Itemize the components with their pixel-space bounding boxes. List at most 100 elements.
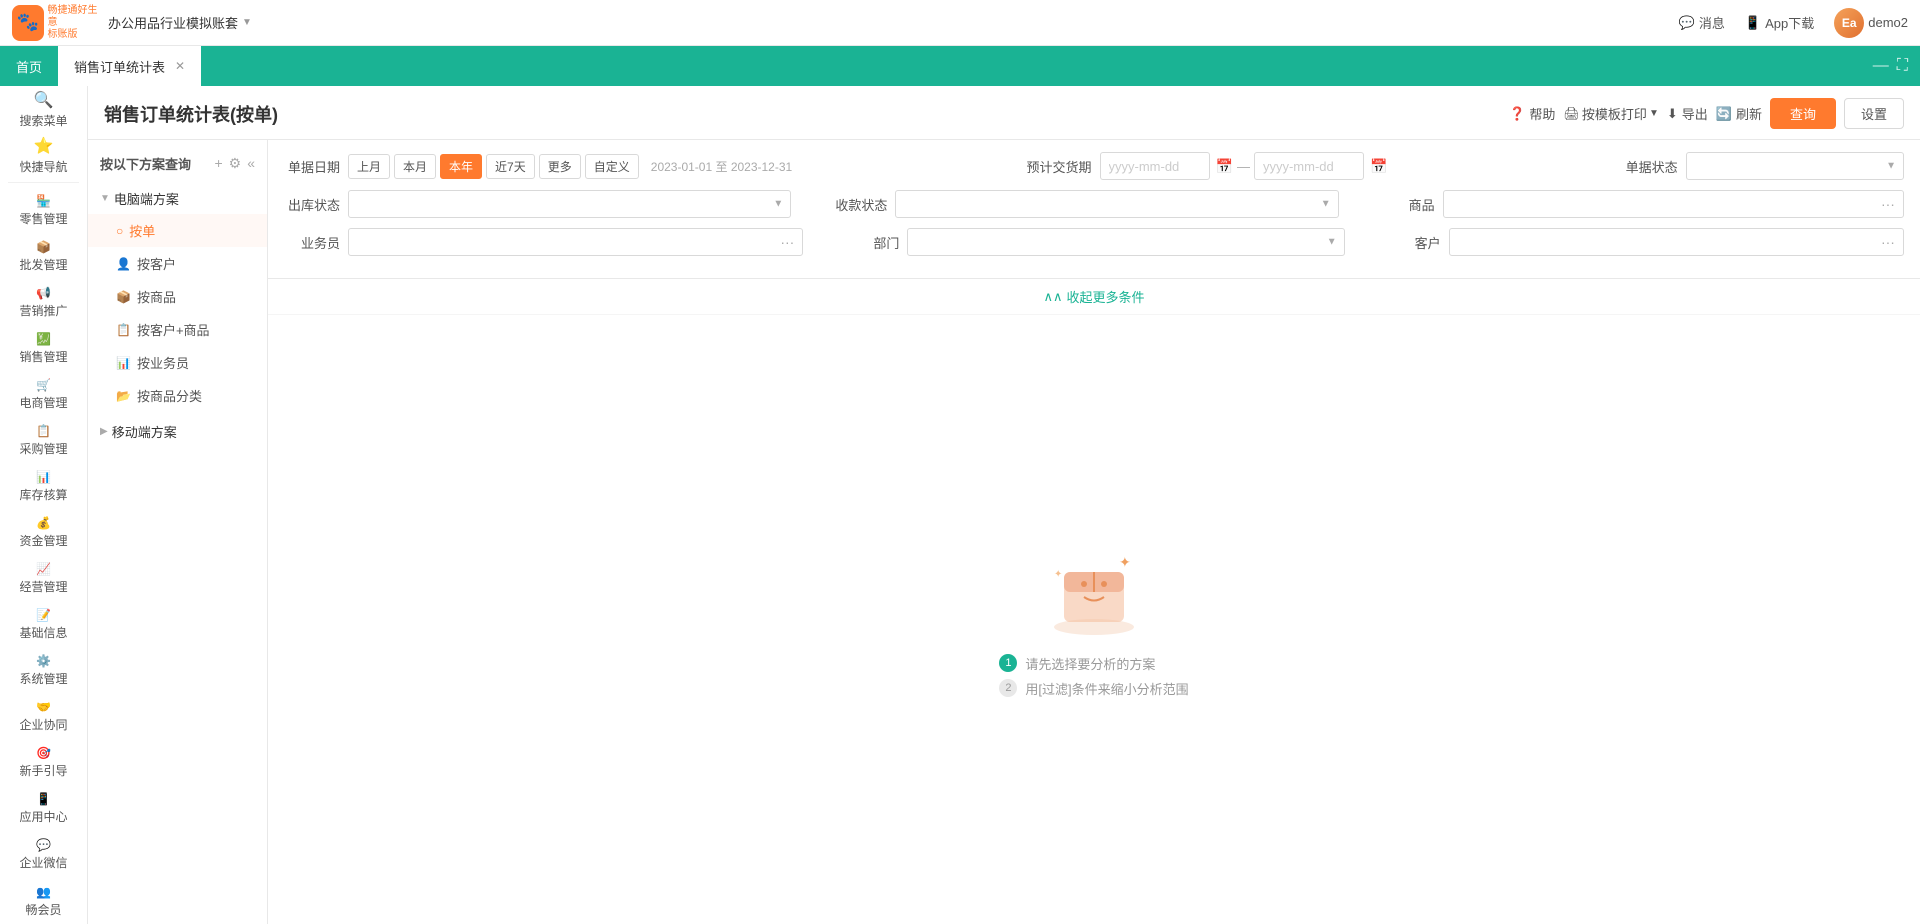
print-button[interactable]: 🖨 按模板打印 ▼ bbox=[1563, 104, 1658, 123]
expected-date-inputs: 📅 — 📅 bbox=[1100, 152, 1388, 180]
customer-field[interactable]: ··· bbox=[1449, 228, 1904, 256]
customer-dots-icon[interactable]: ··· bbox=[1881, 234, 1895, 250]
calendar-end-icon[interactable]: 📅 bbox=[1370, 158, 1387, 175]
date-btn-this-month[interactable]: 本月 bbox=[394, 154, 436, 179]
help-button[interactable]: ❓ 帮助 bbox=[1509, 104, 1555, 123]
sidebar-item-enterprise[interactable]: 🤝 企业协同 bbox=[0, 694, 87, 740]
add-scheme-icon[interactable]: + bbox=[214, 155, 222, 172]
doc-status-select[interactable] bbox=[1686, 152, 1904, 180]
app-logo-icon: 🐾 bbox=[12, 5, 44, 41]
sidebar-item-wechat[interactable]: 💬 企业微信 bbox=[0, 832, 87, 878]
product-field[interactable]: ··· bbox=[1443, 190, 1904, 218]
sidebar-item-sales[interactable]: 💹 销售管理 bbox=[0, 325, 87, 371]
empty-tip-2: 2 用[过滤]条件来缩小分析范围 bbox=[999, 679, 1188, 698]
by-customer-icon: 👤 bbox=[116, 257, 131, 271]
content-area: 销售订单统计表(按单) ❓ 帮助 🖨 按模板打印 ▼ ⬇ 导出 bbox=[88, 86, 1920, 924]
scheme-item-by-order[interactable]: ○ 按单 bbox=[88, 214, 267, 247]
tab-bar-actions: — ⛶ bbox=[1873, 57, 1920, 75]
pc-scheme-group-header[interactable]: ▼ 电脑端方案 bbox=[88, 183, 267, 214]
message-action[interactable]: 💬 消息 bbox=[1679, 13, 1725, 32]
retail-icon: 🏪 bbox=[36, 194, 51, 208]
tab-bar: 首页 销售订单统计表 ✕ — ⛶ bbox=[0, 46, 1920, 86]
sidebar-item-marketing[interactable]: 📢 营销推广 bbox=[0, 279, 87, 325]
date-btn-custom[interactable]: 自定义 bbox=[585, 154, 639, 179]
tab-home[interactable]: 首页 bbox=[0, 46, 58, 86]
sidebar-item-member[interactable]: 👥 畅会员 bbox=[0, 878, 87, 924]
mobile-group-arrow-icon: ▶ bbox=[100, 426, 108, 437]
purchase-icon: 📋 bbox=[36, 424, 51, 438]
tab-sales-order-stats[interactable]: 销售订单统计表 ✕ bbox=[58, 46, 201, 86]
basic-icon: 📝 bbox=[36, 608, 51, 622]
salesman-label: 业务员 bbox=[284, 233, 340, 252]
main-layout: 🔍 搜索菜单 ⭐ 快捷导航 🏪 零售管理 📦 批发管理 📢 营销推广 💹 销售管… bbox=[0, 86, 1920, 924]
expected-date-end-input[interactable] bbox=[1254, 152, 1364, 180]
department-label: 部门 bbox=[843, 233, 899, 252]
payment-status-select[interactable] bbox=[895, 190, 1338, 218]
collapse-bar[interactable]: ∧∧ 收起更多条件 bbox=[268, 278, 1920, 314]
marketing-icon: 📢 bbox=[36, 286, 51, 300]
print-icon: 🖨 bbox=[1563, 106, 1580, 122]
settings-scheme-icon[interactable]: ⚙ bbox=[229, 155, 242, 172]
salesman-dots-icon[interactable]: ··· bbox=[780, 234, 794, 250]
user-profile[interactable]: Ea demo2 bbox=[1834, 8, 1908, 38]
sidebar-item-operations[interactable]: 📈 经营管理 bbox=[0, 556, 87, 602]
tab-close-icon[interactable]: ✕ bbox=[175, 59, 185, 73]
sidebar-item-apps[interactable]: 📱 应用中心 bbox=[0, 786, 87, 832]
svg-text:✦: ✦ bbox=[1119, 554, 1131, 570]
empty-illustration: ✦ ✦ bbox=[1034, 542, 1154, 642]
sidebar-item-wholesale[interactable]: 📦 批发管理 bbox=[0, 233, 87, 279]
search-icon: 🔍 bbox=[34, 90, 54, 110]
sidebar-item-purchase[interactable]: 📋 采购管理 bbox=[0, 417, 87, 463]
sidebar-item-inventory[interactable]: 📊 库存核算 bbox=[0, 463, 87, 509]
department-select[interactable] bbox=[907, 228, 1344, 256]
date-btn-more[interactable]: 更多 bbox=[539, 154, 581, 179]
collapse-up-icon: ∧∧ bbox=[1043, 289, 1062, 305]
date-label: 单据日期 bbox=[284, 157, 340, 176]
settings-button[interactable]: 设置 bbox=[1844, 98, 1904, 129]
calendar-start-icon[interactable]: 📅 bbox=[1216, 158, 1233, 175]
collapse-scheme-icon[interactable]: « bbox=[247, 155, 255, 172]
sidebar: 🔍 搜索菜单 ⭐ 快捷导航 🏪 零售管理 📦 批发管理 📢 营销推广 💹 销售管… bbox=[0, 86, 88, 924]
sub-sidebar-actions: + ⚙ « bbox=[214, 155, 255, 172]
date-buttons: 上月 本月 本年 近7天 更多 自定义 bbox=[348, 154, 639, 179]
shipment-status-select[interactable] bbox=[348, 190, 791, 218]
scheme-item-by-category[interactable]: 📂 按商品分类 bbox=[88, 379, 267, 412]
tip-num-1: 1 bbox=[999, 654, 1017, 672]
refresh-button[interactable]: 🔄 刷新 bbox=[1716, 104, 1762, 123]
sidebar-item-retail[interactable]: 🏪 零售管理 bbox=[0, 187, 87, 233]
date-btn-last-month[interactable]: 上月 bbox=[348, 154, 390, 179]
export-icon: ⬇ bbox=[1667, 106, 1678, 122]
by-order-icon: ○ bbox=[116, 224, 123, 238]
tab-minimize-icon[interactable]: — bbox=[1873, 57, 1889, 75]
scheme-item-by-customer[interactable]: 👤 按客户 bbox=[88, 247, 267, 280]
scheme-item-by-product[interactable]: 📦 按商品 bbox=[88, 280, 267, 313]
date-btn-last7[interactable]: 近7天 bbox=[486, 154, 535, 179]
expected-date-start-input[interactable] bbox=[1100, 152, 1210, 180]
sidebar-item-newbie[interactable]: 🎯 新手引导 bbox=[0, 740, 87, 786]
sidebar-item-finance[interactable]: 💰 资金管理 bbox=[0, 510, 87, 556]
page-action-bar: ❓ 帮助 🖨 按模板打印 ▼ ⬇ 导出 🔄 刷新 bbox=[1509, 98, 1904, 129]
product-dots-icon[interactable]: ··· bbox=[1881, 196, 1895, 212]
sidebar-item-basic[interactable]: 📝 基础信息 bbox=[0, 602, 87, 648]
newbie-icon: 🎯 bbox=[36, 746, 51, 760]
salesman-field[interactable]: ··· bbox=[348, 228, 803, 256]
page-title-row: 销售订单统计表(按单) ❓ 帮助 🖨 按模板打印 ▼ ⬇ 导出 bbox=[104, 98, 1904, 129]
customer-label: 客户 bbox=[1385, 233, 1441, 252]
sidebar-item-search[interactable]: 🔍 搜索菜单 bbox=[0, 86, 87, 132]
sidebar-item-ecommerce[interactable]: 🛒 电商管理 bbox=[0, 371, 87, 417]
app-download-action[interactable]: 📱 App下载 bbox=[1745, 13, 1814, 32]
query-button[interactable]: 查询 bbox=[1770, 98, 1836, 129]
date-btn-this-year[interactable]: 本年 bbox=[440, 154, 482, 179]
doc-status-select-wrap bbox=[1686, 152, 1904, 180]
app-selector[interactable]: 办公用品行业模拟账套 ▼ bbox=[108, 13, 252, 32]
scheme-item-by-salesman[interactable]: 📊 按业务员 bbox=[88, 346, 267, 379]
system-icon: ⚙️ bbox=[36, 654, 51, 668]
top-header: 🐾 畅捷通好生意 标账版 办公用品行业模拟账套 ▼ 💬 消息 📱 App下载 E… bbox=[0, 0, 1920, 46]
page-title: 销售订单统计表(按单) bbox=[104, 101, 278, 127]
mobile-scheme-group-header[interactable]: ▶ 移动端方案 bbox=[88, 416, 267, 447]
sidebar-item-system[interactable]: ⚙️ 系统管理 bbox=[0, 648, 87, 694]
sidebar-item-quicknav[interactable]: ⭐ 快捷导航 bbox=[0, 132, 87, 178]
export-button[interactable]: ⬇ 导出 bbox=[1667, 104, 1708, 123]
scheme-item-by-customer-product[interactable]: 📋 按客户+商品 bbox=[88, 313, 267, 346]
tab-maximize-icon[interactable]: ⛶ bbox=[1897, 57, 1908, 75]
